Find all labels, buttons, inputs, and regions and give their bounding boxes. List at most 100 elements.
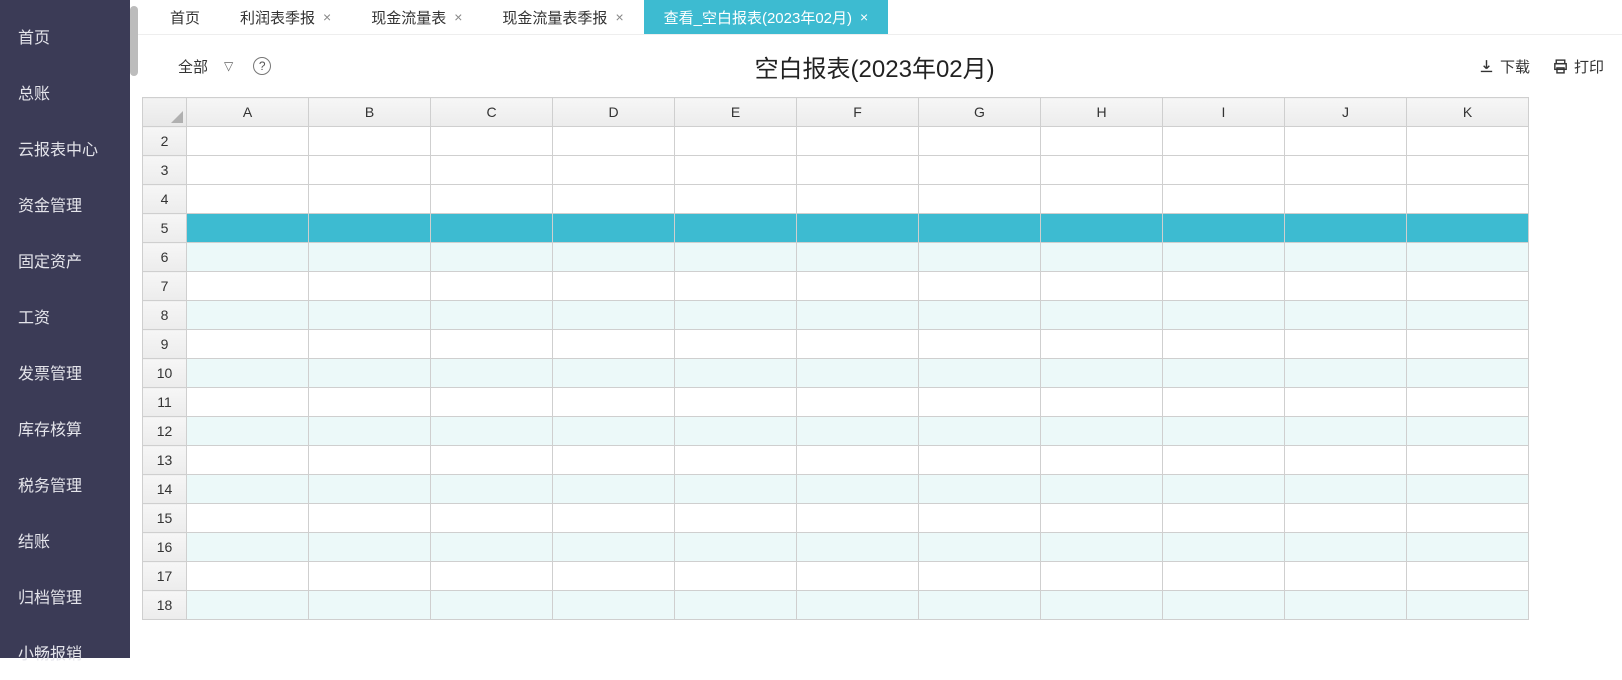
cell[interactable] <box>553 359 675 388</box>
cell[interactable] <box>187 591 309 620</box>
filter-dropdown[interactable]: 全部 ▽ ? <box>178 56 271 77</box>
close-icon[interactable]: × <box>860 9 868 25</box>
cell[interactable] <box>553 591 675 620</box>
cell[interactable] <box>1407 446 1529 475</box>
sidebar-item-inventory[interactable]: 库存核算 <box>0 400 130 456</box>
cell[interactable] <box>309 243 431 272</box>
cell[interactable] <box>187 214 309 243</box>
tab-profit-quarter[interactable]: 利润表季报× <box>220 0 351 34</box>
cell[interactable] <box>187 301 309 330</box>
cell[interactable] <box>553 214 675 243</box>
cell[interactable] <box>1163 359 1285 388</box>
cell[interactable] <box>187 330 309 359</box>
cell[interactable] <box>1041 475 1163 504</box>
cell[interactable] <box>1407 388 1529 417</box>
sidebar-item-closing[interactable]: 结账 <box>0 512 130 568</box>
cell[interactable] <box>1163 272 1285 301</box>
cell[interactable] <box>1407 156 1529 185</box>
row-header[interactable]: 5 <box>143 214 187 243</box>
cell[interactable] <box>1163 591 1285 620</box>
cell[interactable] <box>1163 127 1285 156</box>
sidebar-item-tax[interactable]: 税务管理 <box>0 456 130 512</box>
close-icon[interactable]: × <box>323 9 331 25</box>
cell[interactable] <box>1163 475 1285 504</box>
row-header[interactable]: 8 <box>143 301 187 330</box>
cell[interactable] <box>797 330 919 359</box>
cell[interactable] <box>1163 562 1285 591</box>
row-header[interactable]: 7 <box>143 272 187 301</box>
column-header[interactable]: C <box>431 98 553 127</box>
cell[interactable] <box>919 127 1041 156</box>
cell[interactable] <box>919 591 1041 620</box>
cell[interactable] <box>675 301 797 330</box>
column-header[interactable]: E <box>675 98 797 127</box>
cell[interactable] <box>1285 533 1407 562</box>
cell[interactable] <box>553 533 675 562</box>
cell[interactable] <box>553 185 675 214</box>
cell[interactable] <box>797 301 919 330</box>
cell[interactable] <box>1041 330 1163 359</box>
sidebar-item-invoice[interactable]: 发票管理 <box>0 344 130 400</box>
cell[interactable] <box>553 417 675 446</box>
cell[interactable] <box>1407 417 1529 446</box>
cell[interactable] <box>1163 185 1285 214</box>
cell[interactable] <box>431 301 553 330</box>
cell[interactable] <box>797 185 919 214</box>
column-header[interactable]: G <box>919 98 1041 127</box>
cell[interactable] <box>431 214 553 243</box>
row-header[interactable]: 15 <box>143 504 187 533</box>
cell[interactable] <box>431 359 553 388</box>
cell[interactable] <box>187 127 309 156</box>
cell[interactable] <box>1163 301 1285 330</box>
cell[interactable] <box>1285 562 1407 591</box>
cell[interactable] <box>1041 272 1163 301</box>
cell[interactable] <box>309 359 431 388</box>
cell[interactable] <box>1285 272 1407 301</box>
cell[interactable] <box>1407 301 1529 330</box>
cell[interactable] <box>1285 127 1407 156</box>
cell[interactable] <box>1041 533 1163 562</box>
cell[interactable] <box>187 562 309 591</box>
cell[interactable] <box>1407 127 1529 156</box>
sidebar-scrollbar[interactable] <box>130 0 138 658</box>
cell[interactable] <box>431 243 553 272</box>
tab-home[interactable]: 首页 <box>150 0 220 34</box>
cell[interactable] <box>675 446 797 475</box>
cell[interactable] <box>1041 127 1163 156</box>
cell[interactable] <box>919 417 1041 446</box>
cell[interactable] <box>797 156 919 185</box>
cell[interactable] <box>919 272 1041 301</box>
cell[interactable] <box>431 272 553 301</box>
cell[interactable] <box>1407 475 1529 504</box>
cell[interactable] <box>1163 156 1285 185</box>
cell[interactable] <box>797 388 919 417</box>
cell[interactable] <box>1041 301 1163 330</box>
cell[interactable] <box>1407 533 1529 562</box>
cell[interactable] <box>553 388 675 417</box>
cell[interactable] <box>919 156 1041 185</box>
cell[interactable] <box>675 243 797 272</box>
cell[interactable] <box>797 127 919 156</box>
cell[interactable] <box>1163 446 1285 475</box>
sidebar-item-cloud-report[interactable]: 云报表中心 <box>0 120 130 176</box>
cell[interactable] <box>1285 446 1407 475</box>
cell[interactable] <box>309 185 431 214</box>
sidebar-item-salary[interactable]: 工资 <box>0 288 130 344</box>
cell[interactable] <box>919 504 1041 533</box>
cell[interactable] <box>1285 214 1407 243</box>
cell[interactable] <box>797 214 919 243</box>
spreadsheet[interactable]: ABCDEFGHIJK23456789101112131415161718 <box>138 97 1622 658</box>
cell[interactable] <box>309 533 431 562</box>
cell[interactable] <box>309 475 431 504</box>
cell[interactable] <box>1041 591 1163 620</box>
row-header[interactable]: 2 <box>143 127 187 156</box>
row-header[interactable]: 3 <box>143 156 187 185</box>
cell[interactable] <box>919 388 1041 417</box>
cell[interactable] <box>919 475 1041 504</box>
cell[interactable] <box>553 156 675 185</box>
cell[interactable] <box>431 504 553 533</box>
cell[interactable] <box>675 330 797 359</box>
cell[interactable] <box>919 185 1041 214</box>
cell[interactable] <box>309 417 431 446</box>
sidebar-item-archive[interactable]: 归档管理 <box>0 568 130 624</box>
